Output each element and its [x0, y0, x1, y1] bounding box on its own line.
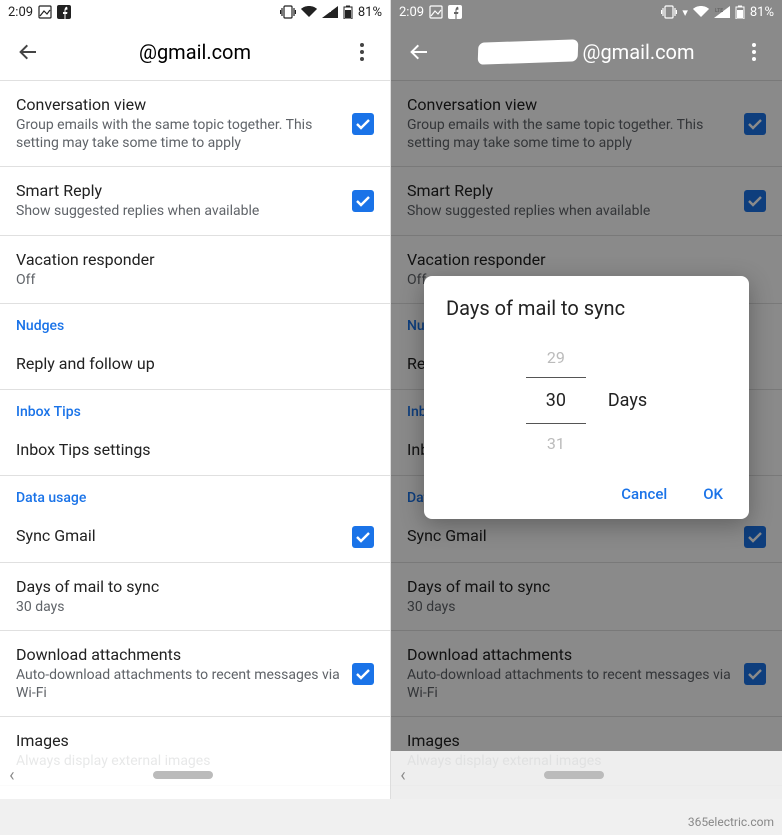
- section-header-data-usage: Data usage: [0, 476, 390, 512]
- setting-title: Smart Reply: [16, 181, 340, 200]
- svg-text:LTE: LTE: [323, 8, 331, 14]
- dialog-cancel-button[interactable]: Cancel: [621, 485, 667, 503]
- setting-inbox-tips[interactable]: Inbox Tips settings: [0, 426, 390, 475]
- page-title: @gmail.com: [439, 40, 734, 64]
- checkbox-smart-reply[interactable]: [352, 190, 374, 212]
- redacted-smudge: [478, 39, 579, 65]
- nav-back-icon[interactable]: ‹: [400, 765, 405, 786]
- checkbox-download-attachments[interactable]: [352, 663, 374, 685]
- picker-prev-value[interactable]: 29: [526, 338, 586, 377]
- setting-subtitle: Off: [16, 271, 362, 289]
- setting-subtitle: Group emails with the same topic togethe…: [16, 116, 340, 152]
- nav-bar: ‹: [391, 751, 782, 799]
- lte-signal-icon: LTE: [714, 6, 730, 18]
- battery-icon: [343, 5, 353, 19]
- status-time: 2:09: [399, 5, 424, 20]
- app-header: @gmail.com: [0, 24, 390, 80]
- picker-unit-label: Days: [608, 390, 647, 411]
- page-title: @gmail.com: [48, 40, 342, 64]
- days-sync-dialog: Days of mail to sync 29 30 31 Days Cance…: [424, 276, 749, 519]
- app-header: @gmail.com: [391, 24, 782, 80]
- setting-title: Reply and follow up: [16, 354, 362, 373]
- setting-vacation-responder[interactable]: Vacation responder Off: [0, 236, 390, 303]
- phone-left: 2:09 LTE: [0, 0, 391, 799]
- setting-reply-follow-up[interactable]: Reply and follow up: [0, 340, 390, 389]
- image-icon: [38, 5, 52, 19]
- vibrate-icon: [661, 5, 677, 19]
- nav-back-icon[interactable]: ‹: [9, 765, 14, 786]
- back-button[interactable]: [399, 32, 439, 72]
- wifi-icon: [301, 6, 317, 18]
- facebook-icon: [448, 5, 462, 19]
- wifi-icon: [693, 6, 709, 18]
- nav-bar: ‹: [0, 751, 390, 799]
- setting-sync-gmail[interactable]: Sync Gmail: [0, 512, 390, 562]
- setting-title: Download attachments: [16, 645, 340, 664]
- setting-title: Inbox Tips settings: [16, 440, 362, 459]
- nav-home-pill[interactable]: [153, 771, 213, 779]
- svg-text:LTE: LTE: [715, 8, 723, 14]
- setting-title: Conversation view: [16, 95, 340, 114]
- setting-title: Images: [16, 731, 362, 750]
- battery-percent: 81%: [358, 5, 382, 20]
- phone-right: 2:09 ▾ LT: [391, 0, 782, 799]
- setting-title: Vacation responder: [16, 250, 362, 269]
- picker-selected-value[interactable]: 30: [526, 377, 586, 424]
- dialog-title: Days of mail to sync: [424, 276, 749, 328]
- overflow-menu-button[interactable]: [342, 32, 382, 72]
- setting-subtitle: Show suggested replies when available: [16, 202, 340, 220]
- facebook-icon: [57, 5, 71, 19]
- setting-title: Days of mail to sync: [16, 577, 362, 596]
- section-header-nudges: Nudges: [0, 304, 390, 340]
- overflow-menu-button[interactable]: [734, 32, 774, 72]
- nav-home-pill[interactable]: [544, 771, 604, 779]
- back-button[interactable]: [8, 32, 48, 72]
- setting-days-sync[interactable]: Days of mail to sync 30 days: [0, 563, 390, 630]
- checkbox-sync-gmail[interactable]: [352, 526, 374, 548]
- setting-download-attachments[interactable]: Download attachments Auto-download attac…: [0, 631, 390, 716]
- dialog-ok-button[interactable]: OK: [703, 485, 723, 503]
- setting-conversation-view[interactable]: Conversation view Group emails with the …: [0, 81, 390, 166]
- status-bar: 2:09 LTE: [0, 0, 390, 24]
- checkbox-conversation-view[interactable]: [352, 113, 374, 135]
- number-picker[interactable]: 29 30 31 Days: [424, 328, 749, 477]
- setting-title: Sync Gmail: [16, 526, 340, 545]
- down-caret-icon: ▾: [682, 6, 688, 19]
- picker-next-value[interactable]: 31: [526, 424, 586, 463]
- watermark: 365electric.com: [688, 815, 774, 829]
- battery-percent: 81%: [750, 5, 774, 20]
- section-header-inbox-tips: Inbox Tips: [0, 390, 390, 426]
- status-time: 2:09: [8, 5, 33, 20]
- setting-subtitle: Auto-download attachments to recent mess…: [16, 666, 340, 702]
- status-bar: 2:09 ▾ LT: [391, 0, 782, 24]
- image-icon: [429, 5, 443, 19]
- battery-icon: [735, 5, 745, 19]
- setting-subtitle: 30 days: [16, 598, 362, 616]
- setting-smart-reply[interactable]: Smart Reply Show suggested replies when …: [0, 167, 390, 234]
- vibrate-icon: [280, 5, 296, 19]
- lte-signal-icon: LTE: [322, 6, 338, 18]
